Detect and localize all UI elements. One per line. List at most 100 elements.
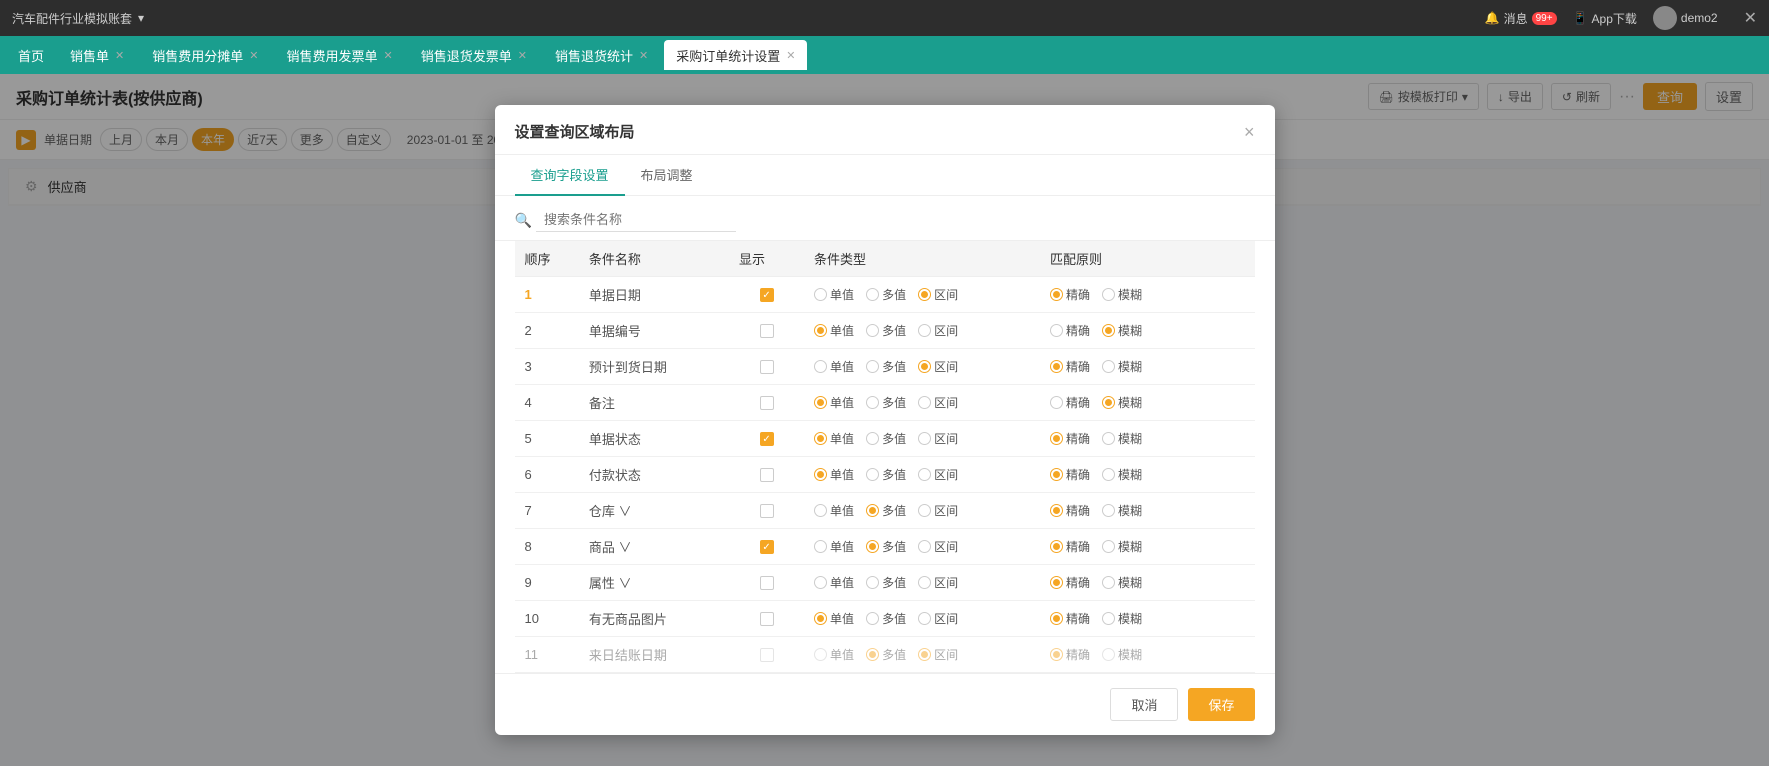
radio-option[interactable]: 区间 <box>918 286 958 303</box>
radio-option[interactable]: 精确 <box>1050 286 1090 303</box>
show-checkbox[interactable]: ✓ <box>760 540 774 554</box>
radio-option[interactable]: 多值 <box>866 430 906 447</box>
tab-close-icon[interactable]: ✕ <box>639 49 648 62</box>
show-checkbox[interactable] <box>760 360 774 374</box>
radio-option[interactable]: 区间 <box>918 574 958 591</box>
radio-option[interactable]: 多值 <box>866 610 906 627</box>
row-show[interactable] <box>729 601 804 637</box>
radio-option[interactable]: 单值 <box>814 358 854 375</box>
modal-close-button[interactable]: × <box>1244 123 1255 141</box>
radio-option[interactable]: 精确 <box>1050 430 1090 447</box>
radio-option[interactable]: 模糊 <box>1102 538 1142 555</box>
radio-option[interactable]: 单值 <box>814 538 854 555</box>
radio-option[interactable]: 单值 <box>814 322 854 339</box>
cancel-button[interactable]: 取消 <box>1110 688 1178 721</box>
radio-option[interactable]: 模糊 <box>1102 466 1142 483</box>
radio-option[interactable]: 单值 <box>814 466 854 483</box>
tab-close-icon[interactable]: ✕ <box>518 49 527 62</box>
show-checkbox[interactable] <box>760 468 774 482</box>
show-checkbox[interactable] <box>760 324 774 338</box>
radio-option[interactable]: 单值 <box>814 394 854 411</box>
radio-option[interactable]: 模糊 <box>1102 358 1142 375</box>
modal-tab-query-fields[interactable]: 查询字段设置 <box>515 155 625 196</box>
radio-option[interactable]: 模糊 <box>1102 574 1142 591</box>
radio-option[interactable]: 精确 <box>1050 358 1090 375</box>
radio-option[interactable]: 多值 <box>866 286 906 303</box>
save-button[interactable]: 保存 <box>1188 688 1254 721</box>
radio-option[interactable]: 精确 <box>1050 538 1090 555</box>
radio-option[interactable]: 模糊 <box>1102 286 1142 303</box>
radio-option[interactable]: 精确 <box>1050 394 1090 411</box>
radio-option[interactable]: 多值 <box>866 538 906 555</box>
radio-option[interactable]: 区间 <box>918 466 958 483</box>
radio-option[interactable]: 精确 <box>1050 466 1090 483</box>
radio-option[interactable]: 精确 <box>1050 502 1090 519</box>
row-show[interactable] <box>729 385 804 421</box>
tab-close-icon[interactable]: ✕ <box>115 49 124 62</box>
tab-close-icon[interactable]: ✕ <box>249 49 258 62</box>
radio-option[interactable]: 模糊 <box>1102 610 1142 627</box>
radio-option[interactable]: 精确 <box>1050 322 1090 339</box>
radio-option[interactable]: 单值 <box>814 430 854 447</box>
show-checkbox[interactable] <box>760 648 774 662</box>
show-checkbox[interactable]: ✓ <box>760 288 774 302</box>
radio-option[interactable]: 单值 <box>814 610 854 627</box>
tab-sales-invoice[interactable]: 销售费用发票单 ✕ <box>274 40 404 70</box>
user-area[interactable]: demo2 <box>1653 6 1718 30</box>
radio-option[interactable]: 多值 <box>866 574 906 591</box>
radio-option[interactable]: 多值 <box>866 394 906 411</box>
radio-option[interactable]: 多值 <box>866 502 906 519</box>
row-show[interactable] <box>729 313 804 349</box>
radio-option[interactable]: 区间 <box>918 394 958 411</box>
row-show[interactable] <box>729 565 804 601</box>
show-checkbox[interactable] <box>760 612 774 626</box>
row-show[interactable] <box>729 637 804 673</box>
radio-option[interactable]: 区间 <box>918 322 958 339</box>
tab-purchase-order-stat[interactable]: 采购订单统计设置 ✕ <box>664 40 807 70</box>
row-show[interactable] <box>729 457 804 493</box>
row-show[interactable] <box>729 349 804 385</box>
radio-option[interactable]: 区间 <box>918 502 958 519</box>
radio-option[interactable]: 单值 <box>814 646 854 663</box>
radio-option[interactable]: 多值 <box>866 646 906 663</box>
radio-option[interactable]: 单值 <box>814 286 854 303</box>
tab-close-active-icon[interactable]: ✕ <box>786 49 795 62</box>
radio-option[interactable]: 模糊 <box>1102 394 1142 411</box>
radio-option[interactable]: 精确 <box>1050 610 1090 627</box>
row-show[interactable]: ✓ <box>729 529 804 565</box>
radio-option[interactable]: 精确 <box>1050 574 1090 591</box>
radio-option[interactable]: 区间 <box>918 430 958 447</box>
row-show[interactable]: ✓ <box>729 277 804 313</box>
search-input[interactable] <box>536 208 736 232</box>
radio-option[interactable]: 模糊 <box>1102 646 1142 663</box>
tab-home[interactable]: 首页 <box>8 46 54 65</box>
notification-area[interactable]: 🔔 消息 99+ <box>1485 10 1557 27</box>
radio-option[interactable]: 单值 <box>814 502 854 519</box>
tab-sales-order[interactable]: 销售单 ✕ <box>58 40 136 70</box>
tab-sales-return-stat[interactable]: 销售退货统计 ✕ <box>543 40 660 70</box>
radio-option[interactable]: 区间 <box>918 538 958 555</box>
radio-option[interactable]: 区间 <box>918 358 958 375</box>
row-show[interactable]: ✓ <box>729 421 804 457</box>
radio-option[interactable]: 区间 <box>918 610 958 627</box>
radio-option[interactable]: 多值 <box>866 466 906 483</box>
radio-option[interactable]: 精确 <box>1050 646 1090 663</box>
show-checkbox[interactable] <box>760 396 774 410</box>
radio-option[interactable]: 模糊 <box>1102 322 1142 339</box>
show-checkbox[interactable]: ✓ <box>760 432 774 446</box>
radio-option[interactable]: 区间 <box>918 646 958 663</box>
tab-sales-expense[interactable]: 销售费用分摊单 ✕ <box>140 40 270 70</box>
radio-option[interactable]: 模糊 <box>1102 502 1142 519</box>
app-dropdown-icon[interactable]: ▾ <box>138 11 144 25</box>
app-download-area[interactable]: 📱 App下载 <box>1573 10 1637 27</box>
radio-option[interactable]: 多值 <box>866 358 906 375</box>
modal-tab-layout[interactable]: 布局调整 <box>625 155 709 196</box>
tab-close-icon[interactable]: ✕ <box>384 49 393 62</box>
radio-option[interactable]: 模糊 <box>1102 430 1142 447</box>
top-close-button[interactable]: ✕ <box>1744 8 1757 28</box>
radio-option[interactable]: 单值 <box>814 574 854 591</box>
show-checkbox[interactable] <box>760 504 774 518</box>
show-checkbox[interactable] <box>760 576 774 590</box>
row-show[interactable] <box>729 493 804 529</box>
radio-option[interactable]: 多值 <box>866 322 906 339</box>
